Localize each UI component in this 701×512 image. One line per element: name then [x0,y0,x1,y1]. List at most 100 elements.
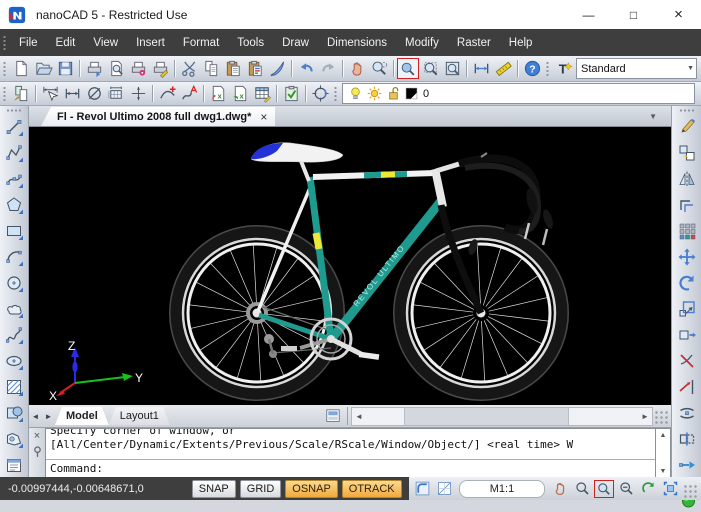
scroll-left-icon[interactable]: ◄ [352,412,366,421]
revision-cloud-button[interactable] [2,296,26,322]
multiline-button[interactable] [2,166,26,192]
new-button[interactable] [10,58,32,79]
zoom-dynamic-button[interactable] [368,58,390,79]
layer-color-swatch[interactable] [404,86,419,101]
xref-manage-button[interactable]: x [229,83,251,104]
mirror-button[interactable] [675,166,699,192]
drawing-canvas[interactable]: REVOL ULTIMO [29,127,671,405]
tab-list-dropdown-icon[interactable]: ▼ [649,112,657,126]
menu-insert[interactable]: Insert [127,29,174,56]
hatch-button[interactable] [2,374,26,400]
scroll-up-icon[interactable]: ▲ [660,432,667,439]
distance-button[interactable] [470,58,492,79]
grid-display-button[interactable] [434,480,454,498]
quick-measure-button[interactable] [492,58,514,79]
wipeout-button[interactable] [2,426,26,452]
copy-button[interactable] [200,58,222,79]
tab-scroll-right-icon[interactable]: ► [42,412,55,421]
xref-attach-button[interactable]: x [207,83,229,104]
menu-format[interactable]: Format [174,29,228,56]
document-tab[interactable]: Fl - Revol Ultimo 2008 full dwg1.dwg* × [41,107,275,126]
menu-tools[interactable]: Tools [228,29,273,56]
resize-grip[interactable] [655,411,669,425]
standards-check-button[interactable] [280,83,302,104]
osnap-toggle[interactable]: OSNAP [285,480,338,498]
style-combobox[interactable]: Standard ▼ [576,58,697,79]
dim-center-button[interactable] [127,83,149,104]
minimize-button[interactable]: — [566,0,611,29]
help-button[interactable]: ? [521,58,543,79]
undo-button[interactable] [295,58,317,79]
save-button[interactable] [54,58,76,79]
dim-linear-button[interactable] [39,83,61,104]
tab-layout1[interactable]: Layout1 [109,407,170,425]
close-button[interactable]: × [656,0,701,29]
align-button[interactable] [675,452,699,478]
spline-button[interactable] [2,322,26,348]
status-zoom-extents-button[interactable] [660,480,680,498]
ellipse-button[interactable] [2,348,26,374]
menu-edit[interactable]: Edit [47,29,85,56]
format-painter-button[interactable] [266,58,288,79]
grid-toggle[interactable]: GRID [240,480,282,498]
horizontal-scrollbar[interactable]: ◄ ► [351,407,653,426]
toolbar-grip[interactable] [334,86,337,102]
dim-aligned-button[interactable] [61,83,83,104]
polyline-button[interactable] [2,140,26,166]
command-window[interactable]: Specify corner of window, or [All/Center… [45,428,656,479]
table-button[interactable] [251,83,273,104]
break-button[interactable] [675,400,699,426]
cut-button[interactable] [178,58,200,79]
window-resize-grip[interactable] [684,485,698,499]
copy-object-button[interactable] [675,140,699,166]
otrack-toggle[interactable]: OTRACK [342,480,402,498]
erase-button[interactable] [675,114,699,140]
open-button[interactable] [32,58,54,79]
circle-button[interactable] [2,270,26,296]
zoom-object-button[interactable] [419,58,441,79]
spline-edit-button[interactable] [178,83,200,104]
regen-button[interactable] [638,480,658,498]
layer-lock-icon[interactable] [385,85,402,102]
menu-file[interactable]: File [10,29,47,56]
tab-close-icon[interactable]: × [260,112,267,122]
join-button[interactable] [675,426,699,452]
region-button[interactable] [2,400,26,426]
pan-button[interactable] [346,58,368,79]
dim-diameter-button[interactable] [83,83,105,104]
command-pin-icon[interactable] [33,446,42,457]
menu-draw[interactable]: Draw [273,29,318,56]
status-zoom-window-button[interactable] [594,480,614,498]
layout-manager-button[interactable] [322,407,344,425]
paste-button[interactable] [222,58,244,79]
menu-raster[interactable]: Raster [448,29,500,56]
menu-dimensions[interactable]: Dimensions [318,29,396,56]
toolbar-grip[interactable] [3,61,6,77]
trim-button[interactable] [675,348,699,374]
paste-special-button[interactable] [244,58,266,79]
print-preview-button[interactable] [105,58,127,79]
maximize-button[interactable]: □ [611,0,656,29]
arc-button[interactable] [2,244,26,270]
zoom-extents-button[interactable] [441,58,463,79]
toolbar-grip[interactable] [3,86,6,102]
menu-help[interactable]: Help [500,29,542,56]
view-rotate-button[interactable] [309,83,331,104]
command-close-icon[interactable]: × [34,432,40,441]
scroll-down-icon[interactable]: ▼ [660,468,667,475]
array-button[interactable] [675,218,699,244]
text-style-button[interactable]: T [553,58,575,79]
scrollbar-track[interactable] [366,408,638,425]
command-input[interactable]: Command: [46,459,655,478]
plot-button[interactable] [149,58,171,79]
zoom-window-button[interactable] [397,58,419,79]
redo-button[interactable] [317,58,339,79]
scroll-right-icon[interactable]: ► [638,412,652,421]
status-zoom-in-button[interactable] [572,480,592,498]
menu-modify[interactable]: Modify [396,29,448,56]
tab-scroll-left-icon[interactable]: ◄ [29,412,42,421]
toolbar-grip[interactable] [679,109,695,112]
stretch-button[interactable] [675,322,699,348]
tab-model[interactable]: Model [55,407,109,425]
rotate-button[interactable] [675,270,699,296]
